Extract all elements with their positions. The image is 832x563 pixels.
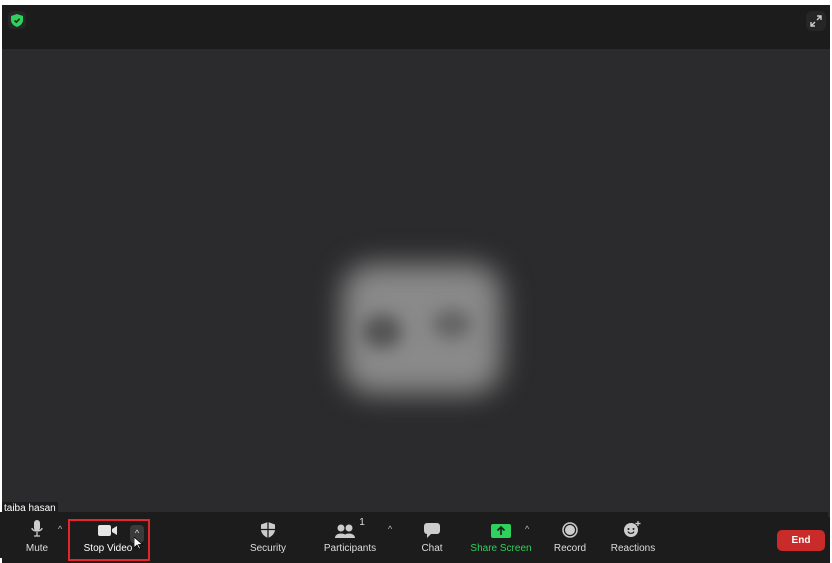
participants-count: 1 xyxy=(359,517,365,528)
blur-detail xyxy=(432,309,472,339)
share-screen-icon xyxy=(491,524,511,538)
meeting-window xyxy=(2,5,830,563)
audio-options-caret[interactable]: ^ xyxy=(58,524,62,534)
top-bar xyxy=(2,5,830,49)
fullscreen-icon[interactable] xyxy=(806,11,826,31)
security-button[interactable]: Security xyxy=(248,512,288,558)
record-label: Record xyxy=(553,543,587,554)
chat-bubble-icon xyxy=(424,523,440,538)
reactions-label: Reactions xyxy=(610,543,656,554)
participants-options-caret[interactable]: ^ xyxy=(388,524,392,534)
video-area xyxy=(2,49,830,517)
end-meeting-button[interactable]: End xyxy=(777,530,825,551)
participants-icon xyxy=(335,524,356,538)
mouse-cursor-icon xyxy=(134,537,143,550)
emoji-add-icon xyxy=(624,521,641,537)
participants-label: Participants xyxy=(323,543,377,554)
chat-button[interactable]: Chat xyxy=(418,512,446,558)
microphone-icon xyxy=(31,520,43,537)
participants-button[interactable]: 1 Participants xyxy=(322,512,378,558)
encryption-shield-icon[interactable] xyxy=(8,11,26,29)
shield-icon xyxy=(261,522,275,538)
chat-label: Chat xyxy=(421,543,443,554)
security-label: Security xyxy=(249,543,287,554)
share-options-caret[interactable]: ^ xyxy=(525,524,529,534)
record-button[interactable]: Record xyxy=(552,512,588,558)
blur-detail xyxy=(362,314,402,349)
share-screen-label: Share Screen xyxy=(470,543,532,554)
mute-button[interactable]: Mute xyxy=(22,512,52,558)
mute-label: Mute xyxy=(25,543,49,554)
share-screen-button[interactable]: Share Screen xyxy=(470,512,532,558)
record-icon xyxy=(562,522,578,538)
reactions-button[interactable]: Reactions xyxy=(610,512,656,558)
